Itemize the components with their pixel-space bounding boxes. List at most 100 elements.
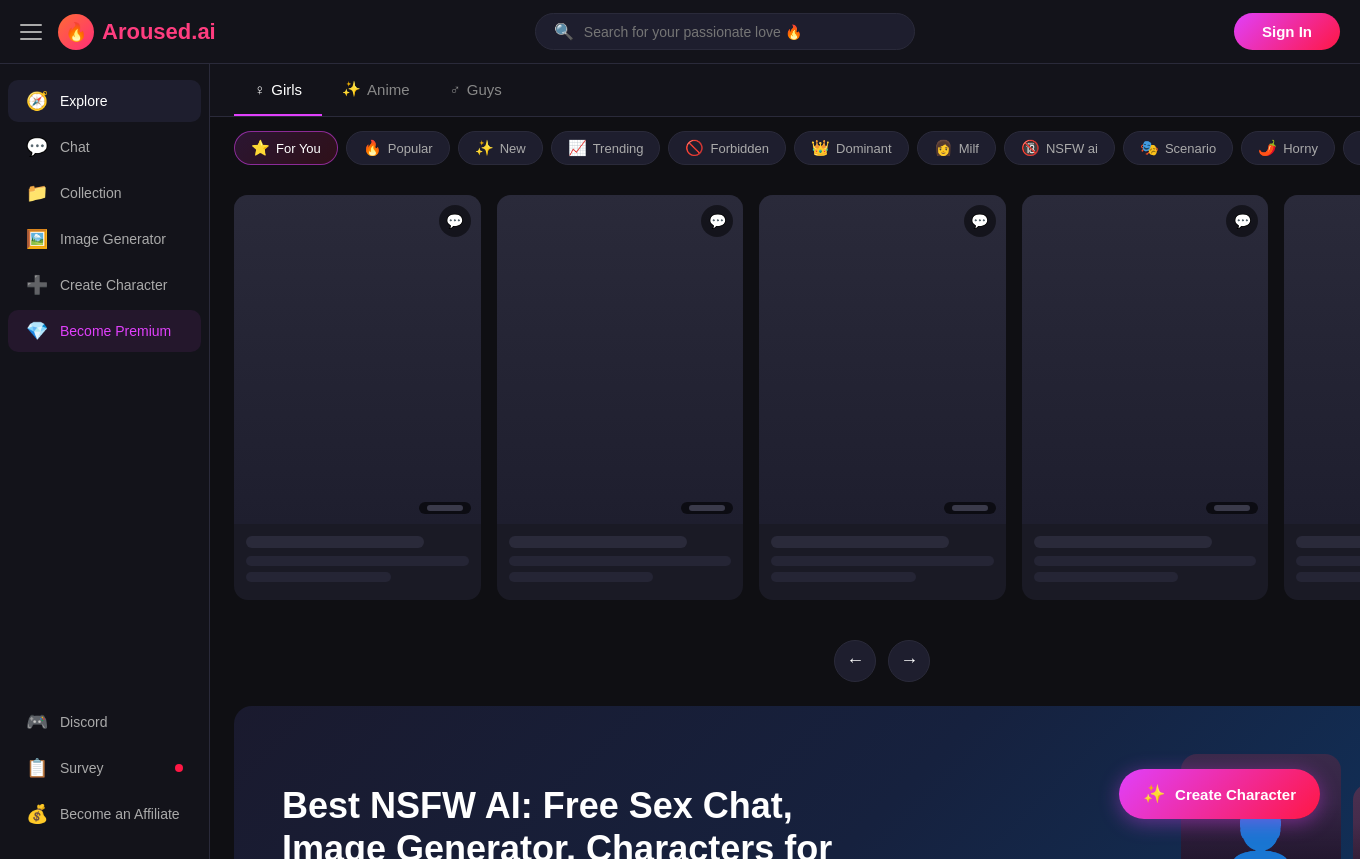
card-name-bar (1034, 536, 1212, 548)
tab-anime[interactable]: ✨ Anime (322, 64, 430, 116)
card-image-2: 💬 (497, 195, 744, 524)
card-desc-bar-short (1296, 572, 1360, 582)
anime-icon: ✨ (342, 80, 361, 98)
card-stat-4 (1206, 502, 1258, 514)
card-chat-button-3[interactable]: 💬 (964, 205, 996, 237)
filter-new[interactable]: ✨ New (458, 131, 543, 165)
header: 🔥 Aroused.ai 🔍 Sign In (0, 0, 1360, 64)
filter-scenario[interactable]: 🎭 Scenario (1123, 131, 1233, 165)
next-page-button[interactable]: → (888, 640, 930, 682)
girls-icon: ♀️ (254, 81, 265, 98)
sidebar-item-label: Become Premium (60, 323, 171, 339)
card-name-bar (1296, 536, 1360, 548)
create-character-floating-button[interactable]: ✨ Create Character (1119, 769, 1320, 819)
milf-emoji: 👩 (934, 139, 953, 157)
sidebar-item-label: Chat (60, 139, 90, 155)
card-desc-bar (246, 556, 469, 566)
card-info-3 (759, 524, 1006, 600)
card-desc-bar (509, 556, 732, 566)
sidebar-item-create-character[interactable]: ➕ Create Character (8, 264, 201, 306)
sidebar-item-explore[interactable]: 🧭 Explore (8, 80, 201, 122)
tab-guys[interactable]: ♂️ Guys (430, 65, 522, 116)
collection-icon: 📁 (26, 182, 48, 204)
card-name-bar (509, 536, 687, 548)
character-card[interactable]: 💬 (1284, 195, 1360, 600)
sidebar-item-become-premium[interactable]: 💎 Become Premium (8, 310, 201, 352)
prev-page-button[interactable]: ← (834, 640, 876, 682)
sidebar-item-image-generator[interactable]: 🖼️ Image Generator (8, 218, 201, 260)
card-image-1: 💬 (234, 195, 481, 524)
sidebar-item-survey[interactable]: 📋 Survey (8, 747, 201, 789)
search-input[interactable] (584, 24, 896, 40)
header-left: 🔥 Aroused.ai (20, 14, 216, 50)
sidebar-item-collection[interactable]: 📁 Collection (8, 172, 201, 214)
sign-in-button[interactable]: Sign In (1234, 13, 1340, 50)
card-desc-bar-short (509, 572, 654, 582)
card-info-4 (1022, 524, 1269, 600)
banner-title: Best NSFW AI: Free Sex Chat, Image Gener… (282, 784, 862, 859)
for-you-emoji: ⭐ (251, 139, 270, 157)
tab-girls[interactable]: ♀️ Girls (234, 65, 322, 116)
main-layout: 🧭 Explore 💬 Chat 📁 Collection 🖼️ Image G… (0, 64, 1360, 859)
filter-submissive[interactable]: 🎀 Submis... (1343, 131, 1360, 165)
logo-icon: 🔥 (58, 14, 94, 50)
card-image-4: 💬 (1022, 195, 1269, 524)
search-bar[interactable]: 🔍 (535, 13, 915, 50)
forbidden-emoji: 🚫 (685, 139, 704, 157)
card-desc-bar (1034, 556, 1257, 566)
premium-icon: 💎 (26, 320, 48, 342)
discord-icon: 🎮 (26, 711, 48, 733)
sidebar-item-affiliate[interactable]: 💰 Become an Affiliate (8, 793, 201, 835)
character-card[interactable]: 💬 (234, 195, 481, 600)
create-char-label: Create Character (1175, 786, 1296, 803)
sidebar-item-chat[interactable]: 💬 Chat (8, 126, 201, 168)
hamburger-menu[interactable] (20, 24, 42, 40)
pagination: ← → (210, 616, 1360, 706)
card-chat-button-4[interactable]: 💬 (1226, 205, 1258, 237)
survey-badge (175, 764, 183, 772)
create-char-icon: ✨ (1143, 783, 1165, 805)
card-stat-3 (944, 502, 996, 514)
character-card[interactable]: 💬 (759, 195, 1006, 600)
banner-figure-2: 👤 (1353, 784, 1360, 859)
search-icon: 🔍 (554, 22, 574, 41)
card-chat-button-2[interactable]: 💬 (701, 205, 733, 237)
character-card[interactable]: 💬 (1022, 195, 1269, 600)
filter-dominant[interactable]: 👑 Dominant (794, 131, 909, 165)
sidebar-item-discord[interactable]: 🎮 Discord (8, 701, 201, 743)
logo-area[interactable]: 🔥 Aroused.ai (58, 14, 216, 50)
filter-milf[interactable]: 👩 Milf (917, 131, 996, 165)
filter-for-you[interactable]: ⭐ For You (234, 131, 338, 165)
sidebar-item-label: Survey (60, 760, 104, 776)
filter-popular[interactable]: 🔥 Popular (346, 131, 450, 165)
filter-trending[interactable]: 📈 Trending (551, 131, 661, 165)
figure-silhouette-2: 👤 (1353, 784, 1360, 859)
cards-grid: 💬 💬 (234, 195, 1360, 600)
logo-text: Aroused.ai (102, 19, 216, 45)
banner-text: Best NSFW AI: Free Sex Chat, Image Gener… (282, 784, 1181, 859)
image-generator-icon: 🖼️ (26, 228, 48, 250)
card-info-1 (234, 524, 481, 600)
filter-horny[interactable]: 🌶️ Horny (1241, 131, 1335, 165)
card-desc-bar (771, 556, 994, 566)
affiliate-icon: 💰 (26, 803, 48, 825)
sidebar-item-label: Create Character (60, 277, 167, 293)
nsfw-ai-emoji: 🔞 (1021, 139, 1040, 157)
trending-emoji: 📈 (568, 139, 587, 157)
main-content: ♀️ Girls ✨ Anime ♂️ Guys ⭐ For You 🔥 Pop… (210, 64, 1360, 859)
sidebar-item-label: Become an Affiliate (60, 806, 180, 822)
card-image-5: 💬 (1284, 195, 1360, 524)
new-emoji: ✨ (475, 139, 494, 157)
filter-forbidden[interactable]: 🚫 Forbidden (668, 131, 786, 165)
character-card[interactable]: 💬 (497, 195, 744, 600)
sidebar-item-label: Discord (60, 714, 107, 730)
card-info-2 (497, 524, 744, 600)
cards-section: 💬 💬 (210, 179, 1360, 616)
card-desc-bar-short (1034, 572, 1179, 582)
sidebar-item-label: Explore (60, 93, 107, 109)
sidebar-item-label: Collection (60, 185, 121, 201)
survey-icon: 📋 (26, 757, 48, 779)
filter-nsfw-ai[interactable]: 🔞 NSFW ai (1004, 131, 1115, 165)
sidebar-top: 🧭 Explore 💬 Chat 📁 Collection 🖼️ Image G… (0, 80, 209, 352)
card-chat-button-1[interactable]: 💬 (439, 205, 471, 237)
